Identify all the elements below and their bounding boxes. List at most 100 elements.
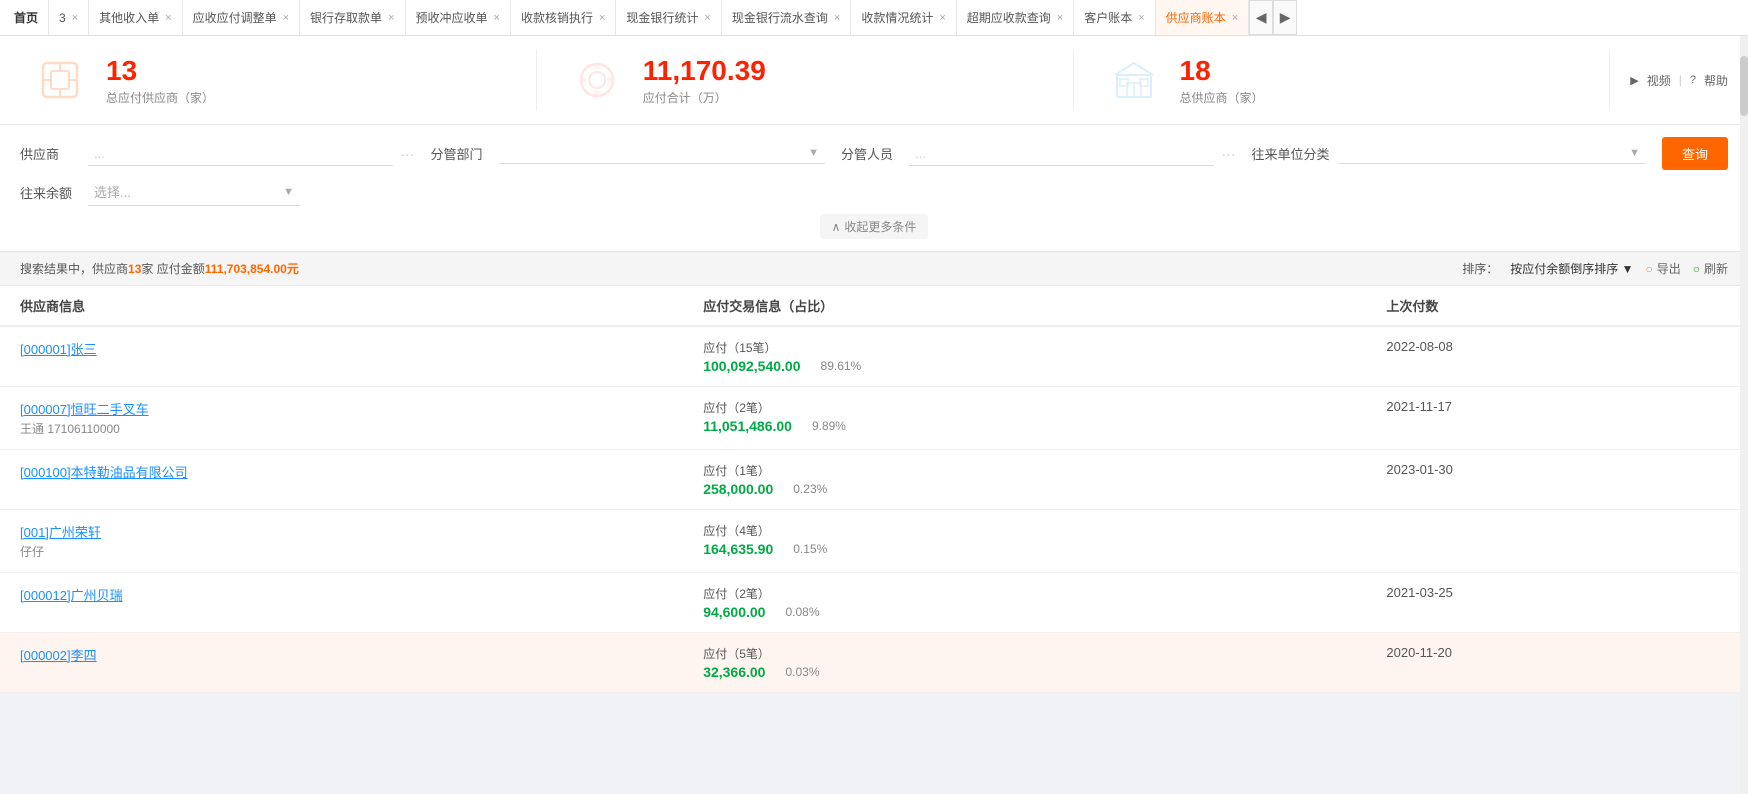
supplier-sub-3: 仔仔: [20, 543, 703, 560]
scrollbar-track: [1740, 36, 1748, 794]
close-tab-cash-bank-stat[interactable]: ×: [704, 12, 710, 24]
supplier-link-5[interactable]: [000002]李四: [20, 645, 703, 664]
sort-selector[interactable]: 按应付余额倒序排序 ▼: [1510, 260, 1633, 277]
top-right-links: ▶ 视频 | ? 帮助: [1610, 72, 1728, 89]
nav-arrow-left[interactable]: ◀: [1249, 0, 1273, 35]
sort-label: 排序：: [1462, 260, 1498, 277]
nav-tab-prepay-ar[interactable]: 预收冲应收单 ×: [406, 0, 511, 35]
balance-dropdown-icon: ▼: [283, 186, 294, 198]
nav-tab-receipt-verify[interactable]: 收款核销执行 ×: [511, 0, 616, 35]
refresh-button[interactable]: ○ 刷新: [1693, 260, 1728, 277]
collapse-up-icon: ∧: [832, 220, 841, 234]
nav-tab-customer-ledger[interactable]: 客户账本 ×: [1074, 0, 1155, 35]
dept-label: 分管部门: [431, 144, 491, 163]
supplier-cell-3: [001]广州荣轩 仔仔: [20, 522, 703, 560]
supplier-label: 供应商: [20, 144, 80, 163]
supplier-link-0[interactable]: [000001]张三: [20, 339, 703, 358]
transaction-cell-5: 应付（5笔） 32,366.00 0.03%: [703, 645, 1386, 680]
nav-tab-overdue-ar[interactable]: 超期应收款查询 ×: [957, 0, 1074, 35]
tx-percent-1: 9.89%: [812, 419, 846, 433]
category-label: 往来单位分类: [1252, 144, 1330, 163]
nav-tab-cash-bank-stat[interactable]: 现金银行统计 ×: [616, 0, 721, 35]
payable-supplier-label: 总应付供应商（家）: [106, 89, 214, 106]
filter-balance: 往来余额 选择... ▼: [20, 178, 300, 206]
nav-tab-home[interactable]: 首页: [4, 0, 49, 35]
stat-info-total-suppliers: 18 总供应商（家）: [1180, 54, 1264, 107]
balance-label: 往来余额: [20, 183, 80, 202]
close-tab-overdue-ar[interactable]: ×: [1057, 12, 1063, 24]
person-label: 分管人员: [841, 144, 901, 163]
tx-amount-5[interactable]: 32,366.00: [703, 664, 765, 680]
nav-tab-3[interactable]: 3 ×: [49, 0, 89, 35]
balance-placeholder: 选择...: [94, 182, 131, 201]
nav-tab-ar-ap-adj[interactable]: 应收应付调整单 ×: [183, 0, 300, 35]
stat-card-suppliers-payable: 13 总应付供应商（家）: [20, 50, 537, 110]
scrollbar-thumb[interactable]: [1740, 56, 1748, 116]
last-payment-0: 2022-08-08: [1386, 339, 1728, 354]
close-tab-customer-ledger[interactable]: ×: [1138, 12, 1144, 24]
supplier-cell-4: [000012]广州贝瑞: [20, 585, 703, 606]
close-tab-bank[interactable]: ×: [388, 12, 394, 24]
tx-percent-2: 0.23%: [793, 482, 827, 496]
category-select[interactable]: ▼: [1338, 143, 1646, 164]
close-tab-receipt-stat[interactable]: ×: [939, 12, 945, 24]
stat-info-payable-suppliers: 13 总应付供应商（家）: [106, 54, 214, 107]
supplier-dots-icon: ···: [401, 146, 415, 162]
close-tab-3[interactable]: ×: [72, 12, 78, 24]
grain-icon: [567, 50, 627, 110]
top-navigation: 首页 3 × 其他收入单 × 应收应付调整单 × 银行存取款单 × 预收冲应收单…: [0, 0, 1748, 36]
supplier-input[interactable]: [88, 142, 393, 166]
supplier-link-2[interactable]: [000100]本特勒油品有限公司: [20, 462, 703, 481]
supplier-link-3[interactable]: [001]广州荣轩: [20, 522, 703, 541]
supplier-link-1[interactable]: [000007]恒旺二手叉车: [20, 399, 703, 418]
nav-tab-other-income[interactable]: 其他收入单 ×: [89, 0, 182, 35]
results-actions: 排序： 按应付余额倒序排序 ▼ ○ 导出 ○ 刷新: [1462, 260, 1728, 277]
query-button[interactable]: 查询: [1662, 137, 1728, 170]
sort-down-icon: ▼: [1622, 262, 1634, 276]
nav-tab-cash-bank-flow[interactable]: 现金银行流水查询 ×: [722, 0, 851, 35]
person-input[interactable]: [909, 142, 1214, 166]
filter-dept: 分管部门 ▼: [431, 143, 826, 164]
help-link[interactable]: 帮助: [1704, 72, 1728, 89]
supplier-link-4[interactable]: [000012]广州贝瑞: [20, 585, 703, 604]
results-bar: 搜索结果中，供应商13家 应付金额111,703,854.00元 排序： 按应付…: [0, 252, 1748, 286]
tx-amount-0[interactable]: 100,092,540.00: [703, 358, 800, 374]
transaction-cell-3: 应付（4笔） 164,635.90 0.15%: [703, 522, 1386, 557]
table-row: [000001]张三 应付（15笔） 100,092,540.00 89.61%…: [0, 327, 1748, 387]
filter-category: 往来单位分类 ▼: [1252, 143, 1647, 164]
close-tab-receipt-verify[interactable]: ×: [599, 12, 605, 24]
tx-percent-3: 0.15%: [793, 542, 827, 556]
nav-arrow-right[interactable]: ▶: [1273, 0, 1297, 35]
close-tab-ar-ap-adj[interactable]: ×: [283, 12, 289, 24]
stat-card-payable-total: 11,170.39 应付合计（万）: [537, 50, 1074, 110]
tx-label-1: 应付（2笔）: [703, 399, 770, 416]
table-row: [000012]广州贝瑞 应付（2笔） 94,600.00 0.08% 2021…: [0, 573, 1748, 633]
close-tab-other-income[interactable]: ×: [165, 12, 171, 24]
tx-amount-4[interactable]: 94,600.00: [703, 604, 765, 620]
diamond-icon: [30, 50, 90, 110]
export-circle-icon: ○: [1645, 262, 1652, 276]
balance-select[interactable]: 选择... ▼: [88, 178, 300, 206]
nav-tab-receipt-stat[interactable]: 收款情况统计 ×: [851, 0, 956, 35]
dept-select[interactable]: ▼: [499, 143, 826, 164]
tx-percent-4: 0.08%: [785, 605, 819, 619]
transaction-cell-1: 应付（2笔） 11,051,486.00 9.89%: [703, 399, 1386, 434]
tx-percent-5: 0.03%: [785, 665, 819, 679]
header-transaction-info: 应付交易信息（占比）: [703, 296, 1386, 315]
tx-label-0: 应付（15笔）: [703, 339, 776, 356]
export-button[interactable]: ○ 导出: [1645, 260, 1680, 277]
video-link[interactable]: 视频: [1647, 72, 1671, 89]
tx-amount-2[interactable]: 258,000.00: [703, 481, 773, 497]
close-tab-supplier-ledger[interactable]: ×: [1232, 12, 1238, 24]
tx-amount-3[interactable]: 164,635.90: [703, 541, 773, 557]
nav-tab-bank[interactable]: 银行存取款单 ×: [300, 0, 405, 35]
nav-tab-supplier-ledger[interactable]: 供应商账本 ×: [1156, 0, 1249, 35]
table-row: [001]广州荣轩 仔仔 应付（4笔） 164,635.90 0.15%: [0, 510, 1748, 573]
tx-amount-1[interactable]: 11,051,486.00: [703, 418, 792, 434]
close-tab-prepay-ar[interactable]: ×: [494, 12, 500, 24]
close-tab-cash-bank-flow[interactable]: ×: [834, 12, 840, 24]
person-dots-icon: ···: [1222, 146, 1236, 162]
payable-total-label: 应付合计（万）: [643, 89, 766, 106]
last-payment-5: 2020-11-20: [1386, 645, 1728, 660]
collapse-button[interactable]: ∧ 收起更多条件: [820, 214, 929, 239]
